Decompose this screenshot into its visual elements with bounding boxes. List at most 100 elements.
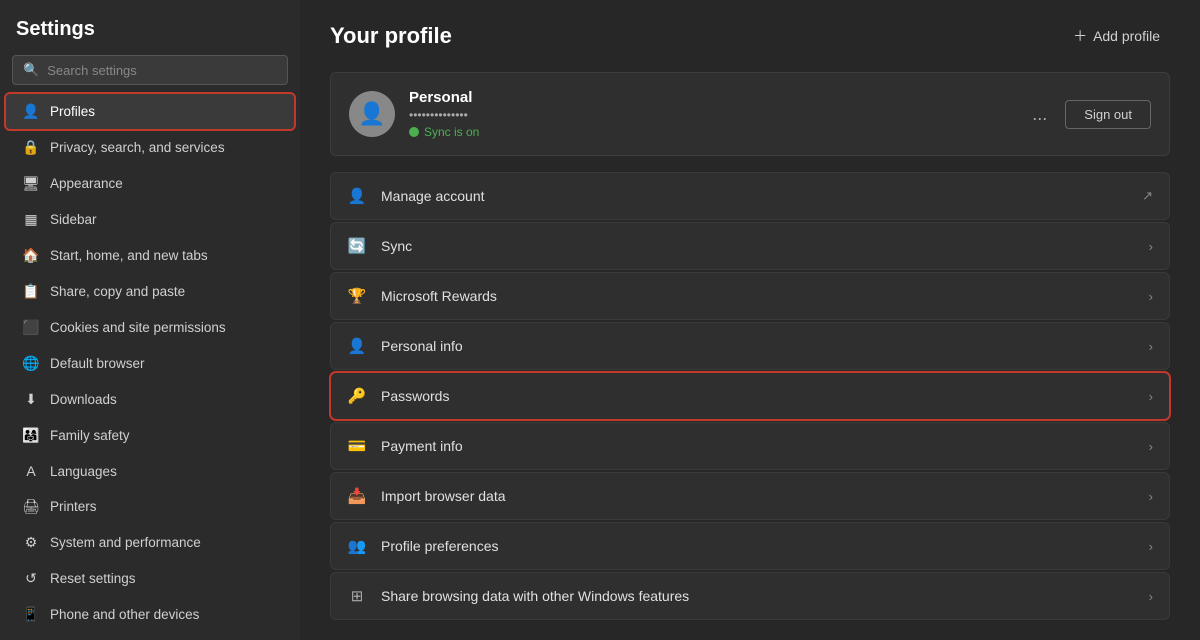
more-options-button[interactable]: ... xyxy=(1024,100,1055,129)
nav-list: 👤 Profiles 🔒 Privacy, search, and servic… xyxy=(0,93,300,640)
nav-icon-cookies: ⬛ xyxy=(22,319,40,336)
nav-label-reset: Reset settings xyxy=(50,571,136,586)
menu-icon-sync: 🔄 xyxy=(347,237,367,255)
menu-item-share-browsing[interactable]: ⊞ Share browsing data with other Windows… xyxy=(330,572,1170,620)
avatar-icon: 👤 xyxy=(358,101,385,127)
sidebar-item-printers[interactable]: 🖨 Printers xyxy=(6,489,294,524)
sign-out-button[interactable]: Sign out xyxy=(1065,100,1151,129)
menu-list: 👤 Manage account ↗ 🔄 Sync › 🏆 Microsoft … xyxy=(330,172,1170,620)
chevron-right-icon: › xyxy=(1149,439,1153,454)
chevron-right-icon: › xyxy=(1149,489,1153,504)
sidebar-item-phone[interactable]: 📱 Phone and other devices xyxy=(6,597,294,632)
nav-label-default-browser: Default browser xyxy=(50,356,145,371)
sidebar-item-start-home[interactable]: 🏠 Start, home, and new tabs xyxy=(6,238,294,273)
nav-label-downloads: Downloads xyxy=(50,392,117,407)
sidebar-item-profiles[interactable]: 👤 Profiles xyxy=(6,94,294,129)
nav-label-share-copy: Share, copy and paste xyxy=(50,284,185,299)
main-header: Your profile ＋ Add profile xyxy=(330,20,1170,52)
profile-actions: ... Sign out xyxy=(1024,100,1151,129)
menu-icon-share-browsing: ⊞ xyxy=(347,587,367,605)
menu-label-personal-info: Personal info xyxy=(381,338,1135,354)
menu-item-microsoft-rewards[interactable]: 🏆 Microsoft Rewards › xyxy=(330,272,1170,320)
nav-icon-appearance: 🖥 xyxy=(22,175,40,192)
sidebar-item-languages[interactable]: A Languages xyxy=(6,454,294,488)
sidebar-item-downloads[interactable]: ⬇ Downloads xyxy=(6,382,294,417)
nav-icon-start-home: 🏠 xyxy=(22,247,40,264)
sidebar-item-share-copy[interactable]: 📋 Share, copy and paste xyxy=(6,274,294,309)
sidebar: Settings 🔍 👤 Profiles 🔒 Privacy, search,… xyxy=(0,0,300,640)
nav-icon-family-safety: 👨‍👩‍👧 xyxy=(22,427,40,444)
nav-icon-default-browser: 🌐 xyxy=(22,355,40,372)
main-content: Your profile ＋ Add profile 👤 Personal ••… xyxy=(300,0,1200,640)
nav-label-start-home: Start, home, and new tabs xyxy=(50,248,208,263)
profile-email: •••••••••••••• xyxy=(409,108,1010,122)
nav-label-sidebar: Sidebar xyxy=(50,212,97,227)
sidebar-item-reset[interactable]: ↺ Reset settings xyxy=(6,561,294,596)
menu-item-payment-info[interactable]: 💳 Payment info › xyxy=(330,422,1170,470)
page-title: Your profile xyxy=(330,23,452,49)
nav-label-printers: Printers xyxy=(50,499,97,514)
chevron-right-icon: › xyxy=(1149,589,1153,604)
add-profile-button[interactable]: ＋ Add profile xyxy=(1063,20,1170,52)
nav-label-phone: Phone and other devices xyxy=(50,607,199,622)
nav-label-appearance: Appearance xyxy=(50,176,123,191)
menu-icon-payment-info: 💳 xyxy=(347,437,367,455)
search-input[interactable] xyxy=(47,63,277,78)
menu-label-payment-info: Payment info xyxy=(381,438,1135,454)
menu-label-import-browser-data: Import browser data xyxy=(381,488,1135,504)
sidebar-item-cookies[interactable]: ⬛ Cookies and site permissions xyxy=(6,310,294,345)
profile-name: Personal xyxy=(409,89,1010,106)
chevron-right-icon: › xyxy=(1149,389,1153,404)
nav-icon-profiles: 👤 xyxy=(22,103,40,120)
menu-item-passwords[interactable]: 🔑 Passwords › xyxy=(330,372,1170,420)
menu-label-share-browsing: Share browsing data with other Windows f… xyxy=(381,588,1135,604)
sidebar-item-default-browser[interactable]: 🌐 Default browser xyxy=(6,346,294,381)
sidebar-item-family-safety[interactable]: 👨‍👩‍👧 Family safety xyxy=(6,418,294,453)
nav-label-family-safety: Family safety xyxy=(50,428,130,443)
search-box: 🔍 xyxy=(12,55,288,85)
chevron-right-icon: › xyxy=(1149,239,1153,254)
menu-item-profile-preferences[interactable]: 👥 Profile preferences › xyxy=(330,522,1170,570)
profile-card: 👤 Personal •••••••••••••• Sync is on ...… xyxy=(330,72,1170,156)
chevron-right-icon: › xyxy=(1149,539,1153,554)
nav-icon-downloads: ⬇ xyxy=(22,391,40,408)
sidebar-item-sidebar[interactable]: ▦ Sidebar xyxy=(6,202,294,237)
menu-item-import-browser-data[interactable]: 📥 Import browser data › xyxy=(330,472,1170,520)
nav-icon-system: ⚙ xyxy=(22,534,40,551)
nav-label-system: System and performance xyxy=(50,535,201,550)
menu-icon-import-browser-data: 📥 xyxy=(347,487,367,505)
menu-label-manage-account: Manage account xyxy=(381,188,1128,204)
menu-icon-personal-info: 👤 xyxy=(347,337,367,355)
nav-icon-printers: 🖨 xyxy=(22,498,40,515)
sidebar-item-privacy[interactable]: 🔒 Privacy, search, and services xyxy=(6,130,294,165)
sidebar-title: Settings xyxy=(0,0,300,51)
sidebar-item-accessibility[interactable]: ♿ Accessibility xyxy=(6,633,294,640)
nav-label-profiles: Profiles xyxy=(50,104,95,119)
sidebar-item-appearance[interactable]: 🖥 Appearance xyxy=(6,166,294,201)
external-icon: ↗ xyxy=(1142,188,1153,204)
search-icon: 🔍 xyxy=(23,62,39,78)
sync-status: Sync is on xyxy=(409,125,1010,139)
sync-label: Sync is on xyxy=(424,125,479,139)
menu-icon-microsoft-rewards: 🏆 xyxy=(347,287,367,305)
menu-label-profile-preferences: Profile preferences xyxy=(381,538,1135,554)
menu-item-personal-info[interactable]: 👤 Personal info › xyxy=(330,322,1170,370)
nav-icon-share-copy: 📋 xyxy=(22,283,40,300)
nav-icon-phone: 📱 xyxy=(22,606,40,623)
menu-icon-profile-preferences: 👥 xyxy=(347,537,367,555)
nav-icon-reset: ↺ xyxy=(22,570,40,587)
nav-icon-sidebar: ▦ xyxy=(22,211,40,228)
sync-dot xyxy=(409,127,419,137)
chevron-right-icon: › xyxy=(1149,289,1153,304)
nav-icon-privacy: 🔒 xyxy=(22,139,40,156)
profile-info: Personal •••••••••••••• Sync is on xyxy=(409,89,1010,139)
nav-label-languages: Languages xyxy=(50,464,117,479)
menu-item-manage-account[interactable]: 👤 Manage account ↗ xyxy=(330,172,1170,220)
menu-item-sync[interactable]: 🔄 Sync › xyxy=(330,222,1170,270)
add-profile-label: Add profile xyxy=(1093,28,1160,44)
plus-icon: ＋ xyxy=(1073,26,1087,46)
menu-icon-manage-account: 👤 xyxy=(347,187,367,205)
sidebar-item-system[interactable]: ⚙ System and performance xyxy=(6,525,294,560)
nav-label-privacy: Privacy, search, and services xyxy=(50,140,225,155)
menu-label-microsoft-rewards: Microsoft Rewards xyxy=(381,288,1135,304)
